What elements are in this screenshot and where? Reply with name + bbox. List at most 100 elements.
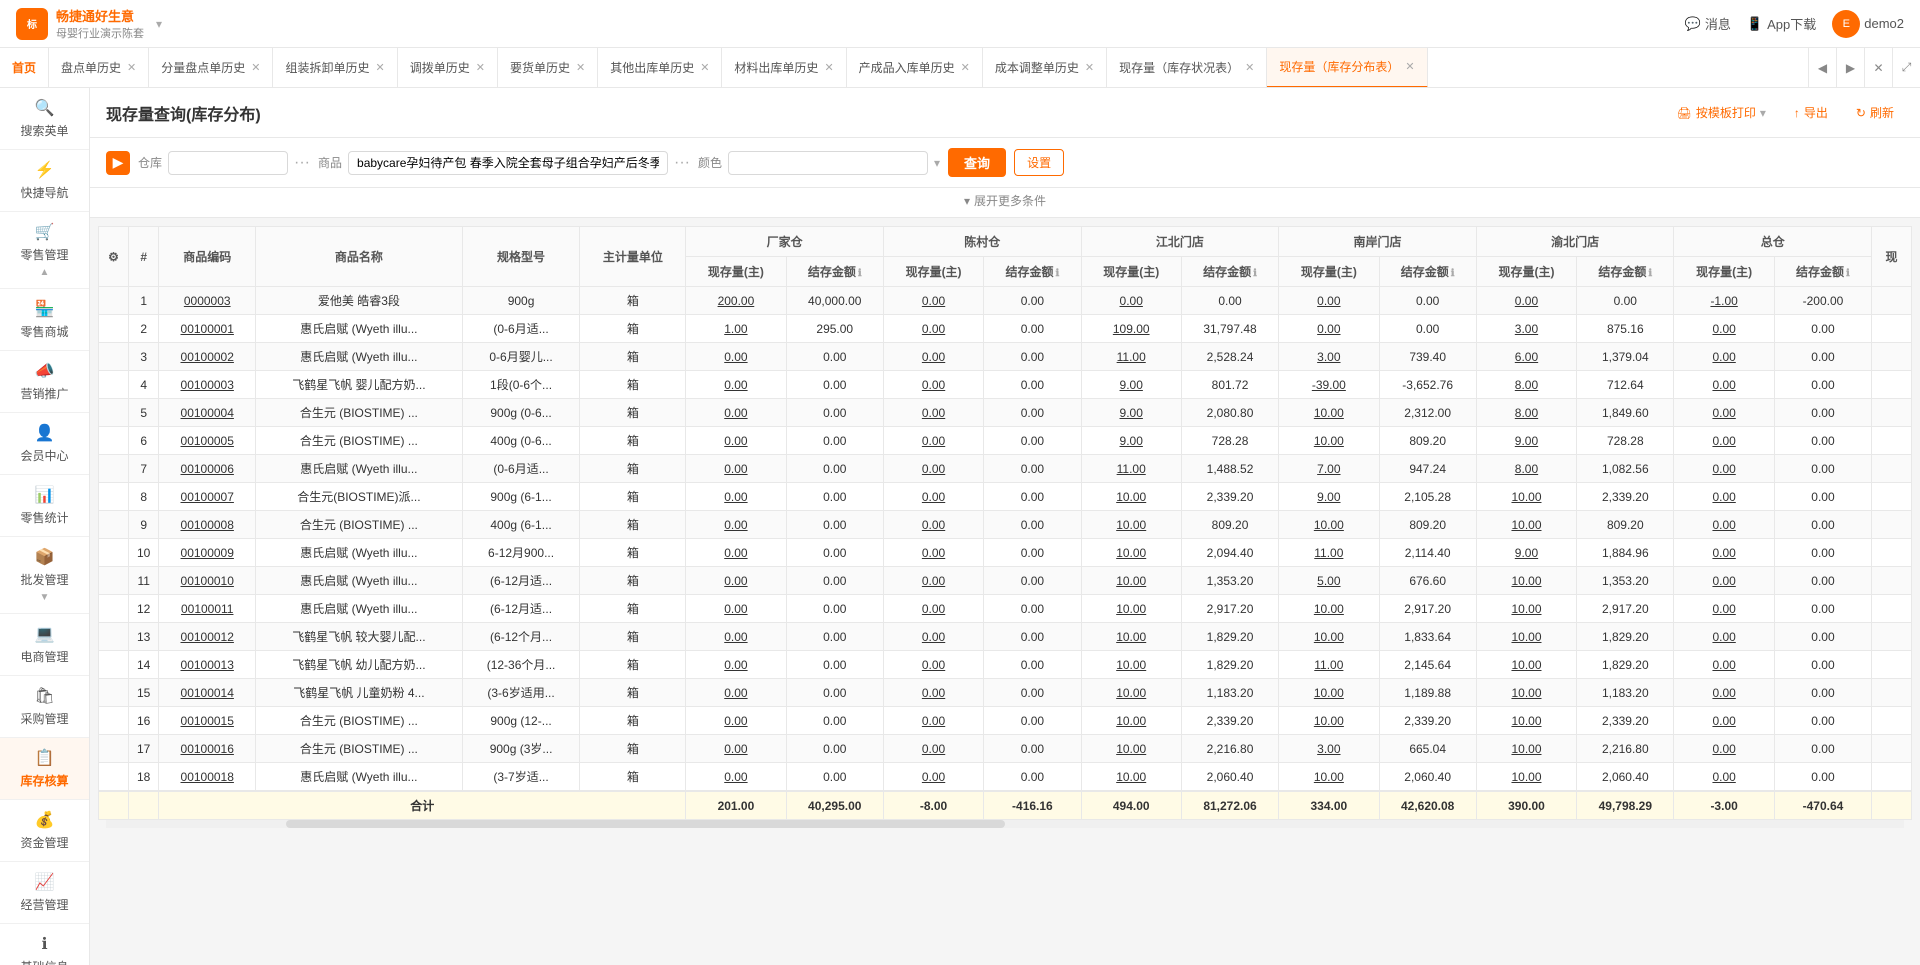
td-cc-qty[interactable]: 0.00	[883, 287, 983, 315]
close-icon[interactable]: ✕	[1085, 61, 1094, 74]
td-cy-qty[interactable]: 1.00	[686, 315, 786, 343]
td-na-qty[interactable]: 0.00	[1279, 315, 1379, 343]
nav-tab-5[interactable]: 要货单历史 ✕	[498, 48, 598, 88]
nav-tab-8[interactable]: 产成品入库单历史 ✕	[847, 48, 983, 88]
td-na-qty[interactable]: 0.00	[1279, 287, 1379, 315]
sidebar-item-purchase[interactable]: 🛍 采购管理	[0, 676, 89, 738]
td-total-qty[interactable]: 0.00	[1674, 679, 1774, 707]
td-cy-qty[interactable]: 0.00	[686, 567, 786, 595]
td-na-qty[interactable]: 5.00	[1279, 567, 1379, 595]
td-total-qty[interactable]: 0.00	[1674, 567, 1774, 595]
nav-tab-9[interactable]: 成本调整单历史 ✕	[983, 48, 1107, 88]
td-code[interactable]: 00100008	[159, 511, 256, 539]
td-cy-qty[interactable]: 0.00	[686, 483, 786, 511]
td-jb-qty[interactable]: 0.00	[1081, 287, 1181, 315]
nav-tab-7[interactable]: 材料出库单历史 ✕	[722, 48, 846, 88]
close-icon[interactable]: ✕	[251, 61, 260, 74]
td-yb-qty[interactable]: 10.00	[1476, 623, 1576, 651]
td-code[interactable]: 00100002	[159, 343, 256, 371]
close-icon[interactable]: ✕	[476, 61, 485, 74]
td-code[interactable]: 00100006	[159, 455, 256, 483]
nav-tab-1[interactable]: 盘点单历史 ✕	[49, 48, 149, 88]
td-cc-qty[interactable]: 0.00	[883, 427, 983, 455]
td-cy-qty[interactable]: 0.00	[686, 623, 786, 651]
td-cy-qty[interactable]: 0.00	[686, 539, 786, 567]
td-code[interactable]: 00100013	[159, 651, 256, 679]
td-jb-qty[interactable]: 10.00	[1081, 679, 1181, 707]
td-na-qty[interactable]: 10.00	[1279, 623, 1379, 651]
td-jb-qty[interactable]: 11.00	[1081, 455, 1181, 483]
td-na-qty[interactable]: 10.00	[1279, 399, 1379, 427]
close-icon[interactable]: ✕	[824, 61, 833, 74]
close-icon[interactable]: ✕	[961, 61, 970, 74]
sidebar-item-operations[interactable]: 📈 经营管理	[0, 862, 89, 924]
td-jb-qty[interactable]: 10.00	[1081, 707, 1181, 735]
td-yb-qty[interactable]: 3.00	[1476, 315, 1576, 343]
sidebar-item-inventory[interactable]: 📋 库存核算	[0, 738, 89, 800]
td-code[interactable]: 00100010	[159, 567, 256, 595]
td-cy-qty[interactable]: 0.00	[686, 343, 786, 371]
td-code[interactable]: 00100003	[159, 371, 256, 399]
td-cy-qty[interactable]: 0.00	[686, 651, 786, 679]
td-code[interactable]: 00100005	[159, 427, 256, 455]
td-total-qty[interactable]: 0.00	[1674, 595, 1774, 623]
td-na-qty[interactable]: 10.00	[1279, 763, 1379, 792]
td-total-qty[interactable]: 0.00	[1674, 511, 1774, 539]
td-yb-qty[interactable]: 10.00	[1476, 651, 1576, 679]
nav-tab-2[interactable]: 分量盘点单历史 ✕	[149, 48, 273, 88]
td-yb-qty[interactable]: 6.00	[1476, 343, 1576, 371]
sidebar-item-nav[interactable]: ⚡ 快捷导航	[0, 150, 89, 212]
product-input[interactable]	[348, 151, 668, 175]
nav-tab-6[interactable]: 其他出库单历史 ✕	[598, 48, 722, 88]
horizontal-scrollbar[interactable]	[106, 820, 1904, 828]
warehouse-dots[interactable]: ···	[294, 154, 310, 172]
td-cc-qty[interactable]: 0.00	[883, 763, 983, 792]
td-jb-qty[interactable]: 109.00	[1081, 315, 1181, 343]
td-yb-qty[interactable]: 10.00	[1476, 511, 1576, 539]
td-na-qty[interactable]: 10.00	[1279, 427, 1379, 455]
sidebar-item-retail-shop[interactable]: 🏪 零售商城	[0, 289, 89, 351]
td-total-qty[interactable]: 0.00	[1674, 343, 1774, 371]
sidebar-item-marketing[interactable]: 📣 营销推广	[0, 351, 89, 413]
close-icon[interactable]: ✕	[576, 61, 585, 74]
td-cc-qty[interactable]: 0.00	[883, 315, 983, 343]
td-yb-qty[interactable]: 9.00	[1476, 539, 1576, 567]
td-yb-qty[interactable]: 8.00	[1476, 371, 1576, 399]
td-cc-qty[interactable]: 0.00	[883, 707, 983, 735]
td-cc-qty[interactable]: 0.00	[883, 651, 983, 679]
td-yb-qty[interactable]: 10.00	[1476, 595, 1576, 623]
product-dots[interactable]: ···	[674, 154, 690, 172]
sidebar-item-retail-stats[interactable]: 📊 零售统计	[0, 475, 89, 537]
td-cy-qty[interactable]: 0.00	[686, 371, 786, 399]
td-cc-qty[interactable]: 0.00	[883, 511, 983, 539]
td-cy-qty[interactable]: 0.00	[686, 511, 786, 539]
td-cc-qty[interactable]: 0.00	[883, 679, 983, 707]
td-cc-qty[interactable]: 0.00	[883, 483, 983, 511]
filter-toggle-btn[interactable]: ▶	[106, 151, 130, 175]
td-na-qty[interactable]: 10.00	[1279, 595, 1379, 623]
td-cc-qty[interactable]: 0.00	[883, 343, 983, 371]
sidebar-item-wholesale[interactable]: 📦 批发管理 ▼	[0, 537, 89, 614]
th-setting[interactable]: ⚙	[99, 227, 129, 287]
td-code[interactable]: 00100011	[159, 595, 256, 623]
color-dropdown-icon[interactable]: ▾	[934, 156, 940, 170]
td-yb-qty[interactable]: 10.00	[1476, 483, 1576, 511]
td-yb-qty[interactable]: 10.00	[1476, 763, 1576, 792]
close-icon[interactable]: ✕	[376, 61, 385, 74]
td-total-qty[interactable]: 0.00	[1674, 763, 1774, 792]
td-code[interactable]: 00100004	[159, 399, 256, 427]
color-input[interactable]	[728, 151, 928, 175]
td-cy-qty[interactable]: 0.00	[686, 763, 786, 792]
td-cy-qty[interactable]: 0.00	[686, 455, 786, 483]
td-code[interactable]: 00100014	[159, 679, 256, 707]
tab-next-btn[interactable]: ▶	[1836, 48, 1864, 88]
td-cy-qty[interactable]: 0.00	[686, 427, 786, 455]
td-na-qty[interactable]: -39.00	[1279, 371, 1379, 399]
td-cy-qty[interactable]: 0.00	[686, 399, 786, 427]
td-na-qty[interactable]: 3.00	[1279, 735, 1379, 763]
message-btn[interactable]: 💬 消息	[1685, 14, 1731, 33]
sidebar-item-member[interactable]: 👤 会员中心	[0, 413, 89, 475]
td-na-qty[interactable]: 7.00	[1279, 455, 1379, 483]
td-jb-qty[interactable]: 9.00	[1081, 399, 1181, 427]
td-jb-qty[interactable]: 10.00	[1081, 763, 1181, 792]
